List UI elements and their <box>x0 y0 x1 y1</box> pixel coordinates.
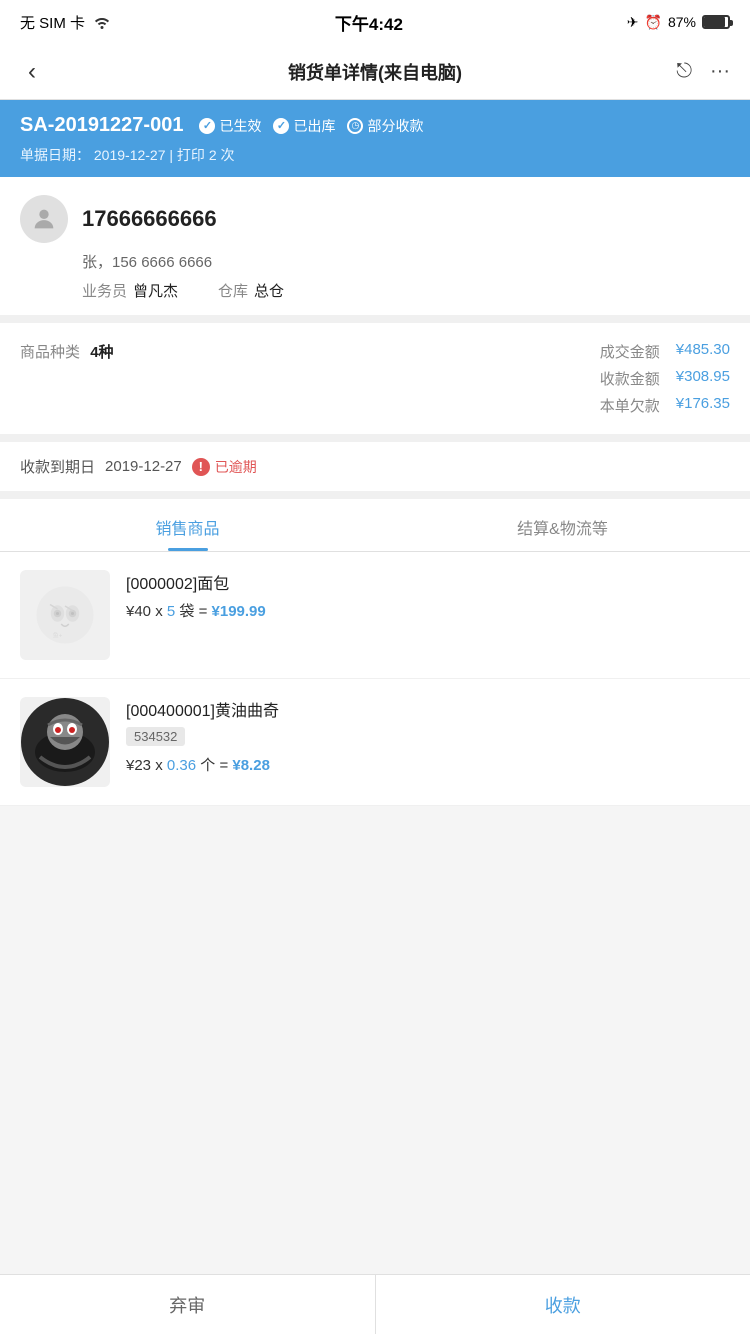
pay-row: 收款金额 ¥308.95 <box>600 368 730 389</box>
tab-products[interactable]: 销售商品 <box>0 499 375 551</box>
product-thumb-2 <box>20 697 110 787</box>
customer-contact: 张，156 6666 6666 <box>20 251 730 272</box>
due-date: 2019-12-27 <box>105 458 182 475</box>
nav-actions: ⎋ ··· <box>676 60 730 83</box>
customer-section: 17666666666 张，156 6666 6666 业务员 曾凡杰 仓库 总… <box>0 177 750 323</box>
check-icon-2: ✓ <box>273 118 289 134</box>
order-date: 2019-12-27 <box>94 147 166 163</box>
product-item-2: [000400001]黄油曲奇 534532 ¥23 x 0.36 个 = ¥8… <box>0 679 750 806</box>
status-right: ✈ ⏰ 87% <box>627 14 730 31</box>
warehouse-item: 仓库 总仓 <box>218 280 284 301</box>
product-tag-2: 534532 <box>126 727 185 746</box>
nav-bar: ‹ 销货单详情(来自电脑) ⎋ ··· <box>0 44 750 100</box>
product-thumb-1: 鱼+ <box>20 570 110 660</box>
check-icon-1: ✓ <box>199 118 215 134</box>
sales-item: 业务员 曾凡杰 <box>82 280 178 301</box>
clock-icon: ◷ <box>347 118 363 134</box>
pay-label: 收款金额 <box>600 368 660 389</box>
customer-row: 17666666666 <box>20 195 730 243</box>
battery-text: 87% <box>668 14 696 30</box>
product-item-1: 鱼+ [0000002]面包 ¥40 x 5 袋 = ¥199.99 <box>0 552 750 679</box>
overdue-text: 已逾期 <box>215 457 257 477</box>
status-badges: ✓ 已生效 ✓ 已出库 ◷ 部分收款 <box>199 116 423 136</box>
location-icon: ✈ <box>627 14 639 31</box>
sales-label: 业务员 <box>82 280 127 301</box>
sales-name: 曾凡杰 <box>133 280 178 301</box>
carrier-text: 无 SIM 卡 <box>20 12 85 33</box>
tab-settlement[interactable]: 结算&物流等 <box>375 499 750 551</box>
collect-button[interactable]: 收款 <box>376 1275 750 1334</box>
product-info-2: [000400001]黄油曲奇 534532 ¥23 x 0.36 个 = ¥8… <box>126 697 730 775</box>
wifi-icon <box>93 15 111 29</box>
stats-left: 商品种类 4种 <box>20 341 114 362</box>
date-label: 单据日期： <box>20 147 90 163</box>
products-section: 鱼+ [0000002]面包 ¥40 x 5 袋 = ¥199.99 <box>0 552 750 806</box>
type-label: 商品种类 <box>20 344 80 361</box>
deal-label: 成交金额 <box>600 341 660 362</box>
product-price-2: ¥23 x 0.36 个 = ¥8.28 <box>126 754 730 775</box>
back-button[interactable]: ‹ <box>20 50 44 94</box>
type-count: 4种 <box>90 344 113 361</box>
status-time: 下午4:42 <box>335 10 403 35</box>
product-name-2: [000400001]黄油曲奇 <box>126 697 730 721</box>
debt-label: 本单欠款 <box>600 395 660 416</box>
debt-amount: ¥176.35 <box>676 395 730 416</box>
customer-avatar <box>20 195 68 243</box>
warehouse-label: 仓库 <box>218 280 248 301</box>
product-name-1: [0000002]面包 <box>126 570 730 594</box>
status-left: 无 SIM 卡 <box>20 12 111 33</box>
due-section: 收款到期日 2019-12-27 ! 已逾期 <box>0 442 750 499</box>
stats-section: 商品种类 4种 成交金额 ¥485.30 收款金额 ¥308.95 本单欠款 ¥… <box>0 323 750 442</box>
stats-right: 成交金额 ¥485.30 收款金额 ¥308.95 本单欠款 ¥176.35 <box>600 341 730 416</box>
customer-id: 17666666666 <box>82 206 217 232</box>
status-badge-2: ✓ 已出库 <box>273 116 335 136</box>
status-bar: 无 SIM 卡 下午4:42 ✈ ⏰ 87% <box>0 0 750 44</box>
header-banner: SA-20191227-001 ✓ 已生效 ✓ 已出库 ◷ 部分收款 单据日期：… <box>0 100 750 177</box>
tabs: 销售商品 结算&物流等 <box>0 499 750 552</box>
due-label: 收款到期日 <box>20 456 95 477</box>
cancel-button[interactable]: 弃审 <box>0 1275 376 1334</box>
customer-meta: 业务员 曾凡杰 仓库 总仓 <box>20 280 730 301</box>
overdue-badge: ! 已逾期 <box>192 457 257 477</box>
order-date-row: 单据日期： 2019-12-27 | 打印 2 次 <box>20 145 730 165</box>
battery-icon <box>702 15 730 29</box>
product-price-1: ¥40 x 5 袋 = ¥199.99 <box>126 600 730 621</box>
status-badge-3: ◷ 部分收款 <box>347 116 423 136</box>
page-title: 销货单详情(来自电脑) <box>288 59 462 85</box>
share-icon[interactable]: ⎋ <box>676 60 692 83</box>
deal-amount: ¥485.30 <box>676 341 730 362</box>
pay-amount: ¥308.95 <box>676 368 730 389</box>
order-id: SA-20191227-001 <box>20 114 183 137</box>
debt-row: 本单欠款 ¥176.35 <box>600 395 730 416</box>
bottom-bar: 弃审 收款 <box>0 1274 750 1334</box>
warehouse-name: 总仓 <box>254 280 284 301</box>
deal-row: 成交金额 ¥485.30 <box>600 341 730 362</box>
status-badge-1: ✓ 已生效 <box>199 116 261 136</box>
overdue-icon: ! <box>192 458 210 476</box>
product-info-1: [0000002]面包 ¥40 x 5 袋 = ¥199.99 <box>126 570 730 621</box>
alarm-icon: ⏰ <box>645 14 662 31</box>
print-info: | 打印 2 次 <box>169 147 234 163</box>
more-icon[interactable]: ··· <box>710 60 730 83</box>
